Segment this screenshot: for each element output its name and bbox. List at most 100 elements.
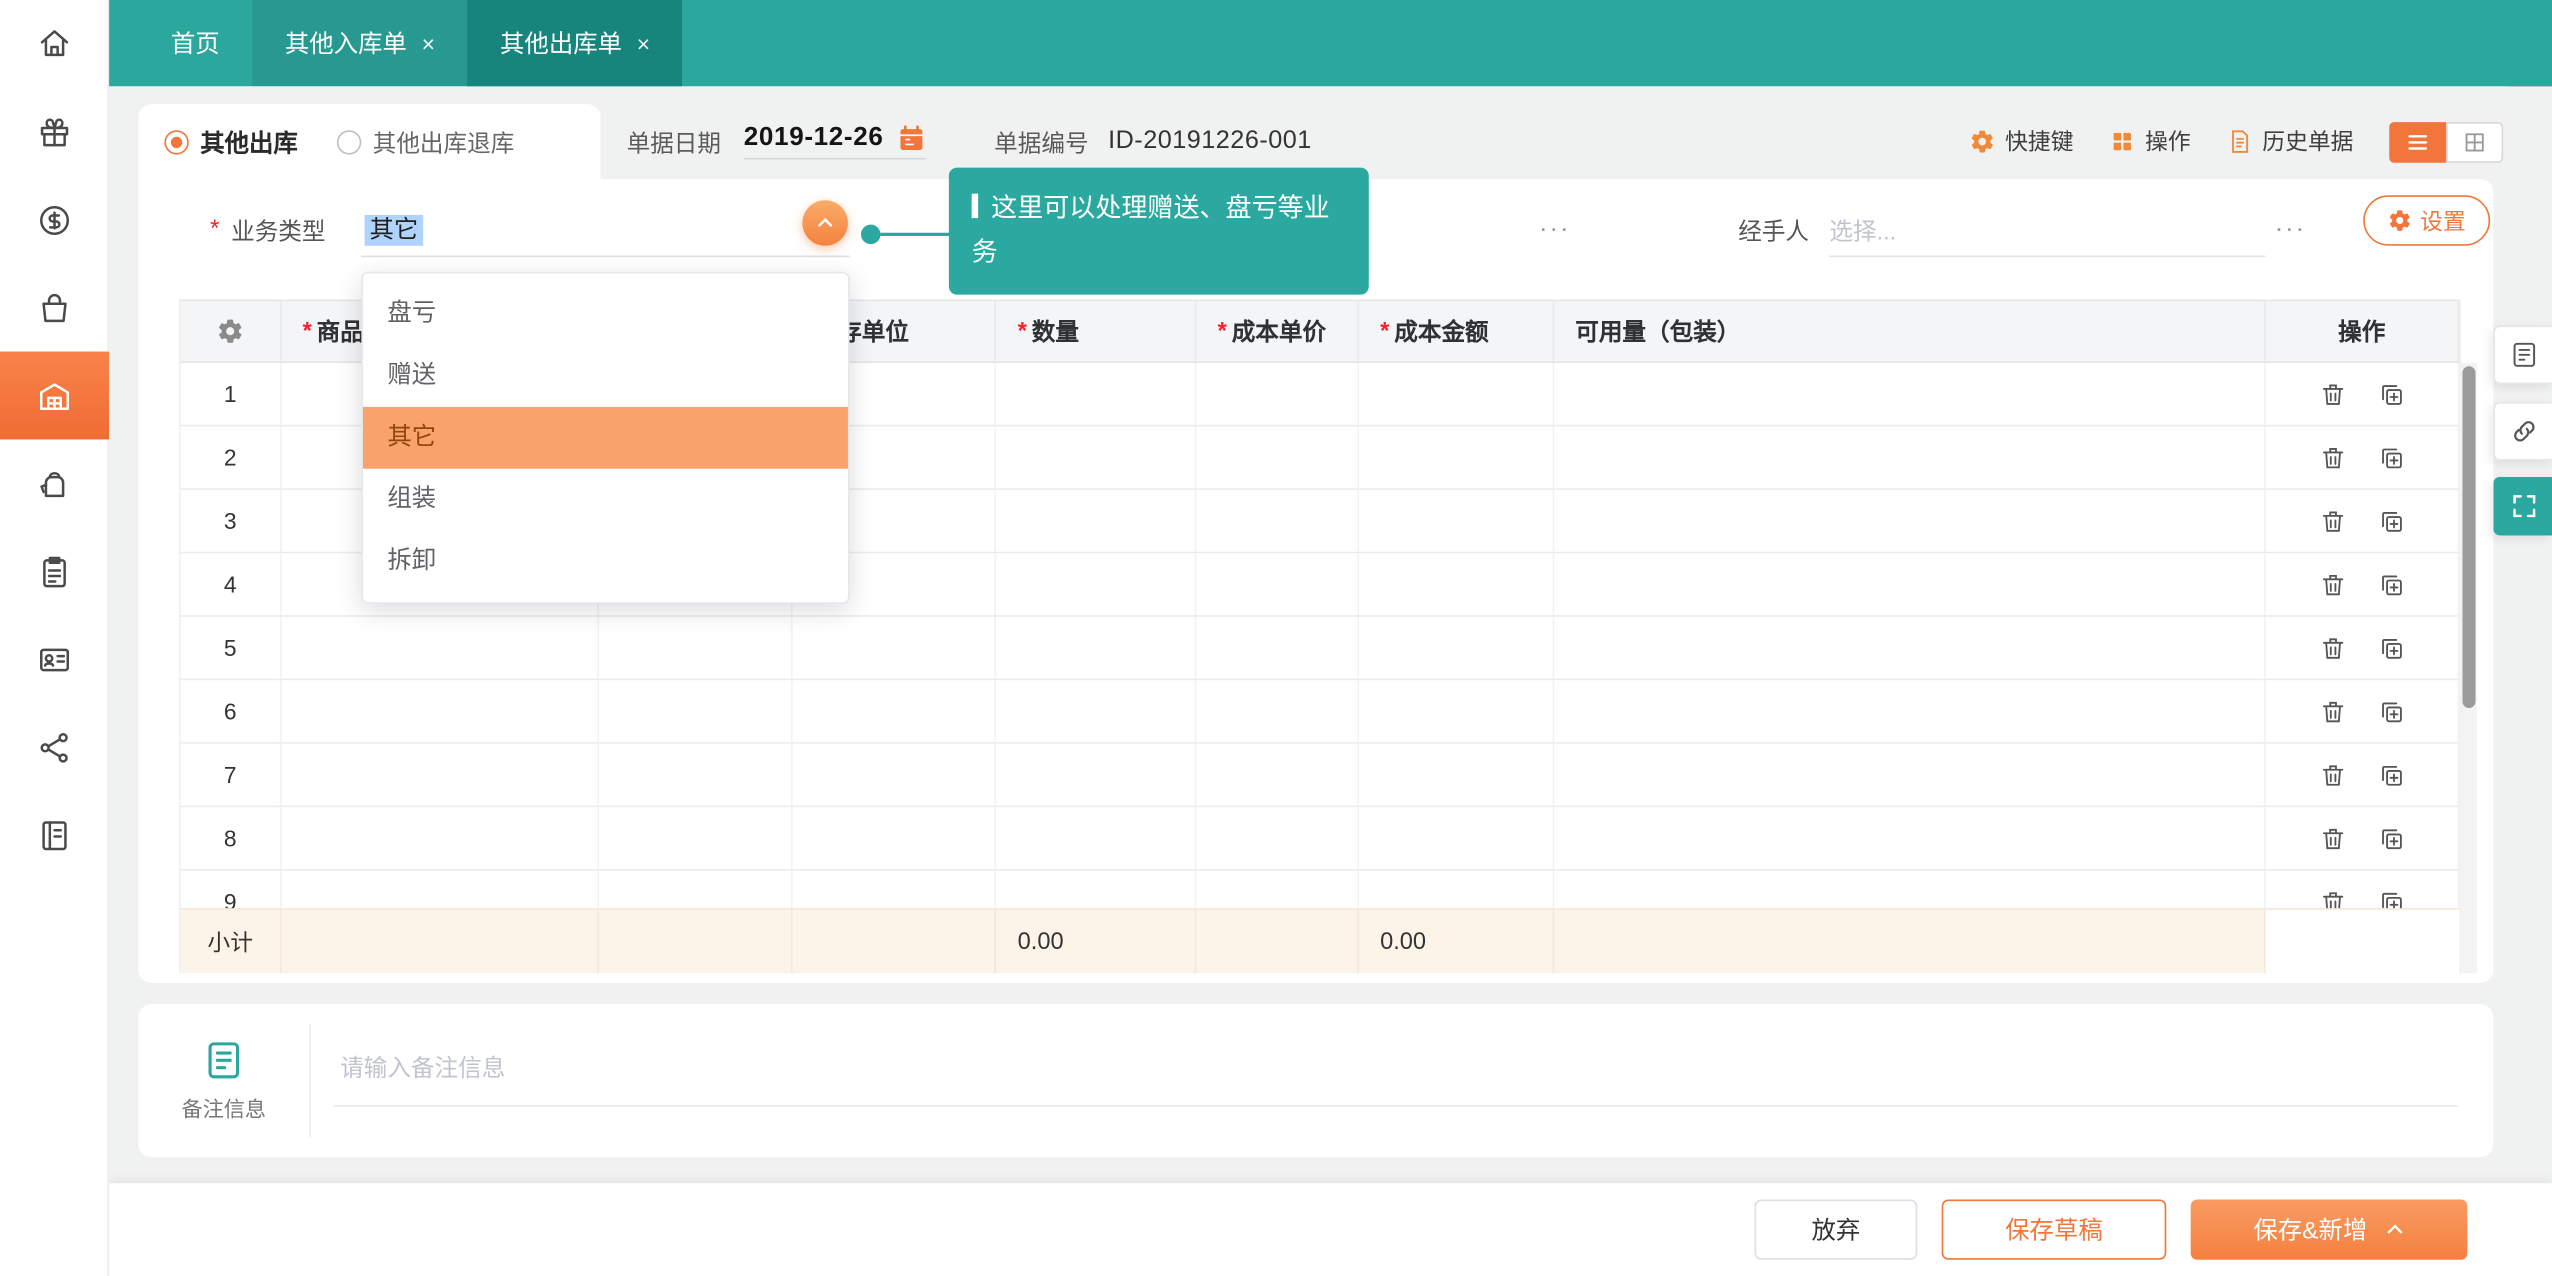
delete-row-button[interactable] [2319,570,2347,598]
table-cell[interactable] [281,870,599,909]
table-cell[interactable] [281,743,599,806]
table-cell[interactable] [997,807,1197,870]
list-view-toggle[interactable] [2389,121,2447,162]
dropdown-option[interactable]: 盘亏 [363,283,848,345]
collapse-dropdown-button[interactable] [802,200,848,246]
tab-close-icon[interactable]: × [637,30,650,56]
actions-button[interactable]: 操作 [2109,125,2191,158]
dropdown-option-selected[interactable]: 其它 [362,406,848,469]
table-cell[interactable] [997,743,1197,806]
duplicate-row-button[interactable] [2377,444,2405,472]
delete-row-button[interactable] [2319,507,2347,535]
business-type-input[interactable]: 其它 [364,212,424,246]
delete-row-button[interactable] [2319,697,2347,725]
table-cell[interactable] [1196,807,1360,870]
settings-button[interactable]: 设置 [2363,195,2491,246]
table-cell[interactable] [1196,489,1360,552]
table-cell[interactable] [598,743,794,806]
duplicate-row-button[interactable] [2377,570,2405,598]
link-tool-button[interactable] [2493,402,2552,461]
dropdown-option[interactable]: 组装 [363,469,848,531]
table-scrollbar[interactable] [2460,362,2478,974]
history-documents-button[interactable]: 历史单据 [2226,125,2353,158]
table-cell[interactable] [1359,807,1555,870]
cancel-button[interactable]: 放弃 [1754,1199,1918,1260]
table-cell[interactable] [281,616,599,679]
calendar-icon[interactable] [897,124,926,153]
table-cell[interactable] [793,807,997,870]
table-cell[interactable] [997,362,1197,425]
note-tool-button[interactable] [2493,325,2552,385]
table-cell[interactable] [1359,743,1555,806]
table-cell[interactable] [793,870,997,909]
table-cell[interactable] [997,616,1197,679]
table-cell[interactable] [1196,553,1360,616]
table-cell[interactable] [281,807,599,870]
table-cell[interactable] [1554,807,2266,870]
tab-other-inbound[interactable]: 其他入库单 × [252,0,468,87]
table-cell[interactable] [1359,616,1555,679]
table-cell[interactable] [1554,870,2266,909]
sidebar-item-share[interactable] [0,703,109,791]
table-cell[interactable] [1554,743,2266,806]
sidebar-item-production[interactable] [0,439,109,527]
table-cell[interactable] [1196,616,1360,679]
table-cell[interactable] [1554,553,2266,616]
sidebar-item-warehouse[interactable] [0,351,110,440]
dropdown-option[interactable]: 拆卸 [363,531,848,593]
table-cell[interactable] [1196,426,1360,489]
warehouse-field-ellipsis[interactable]: ... [1540,210,1571,239]
grid-view-toggle[interactable] [2446,121,2504,162]
duplicate-row-button[interactable] [2377,888,2405,909]
table-cell[interactable] [1554,362,2266,425]
delete-row-button[interactable] [2319,824,2347,852]
sidebar-item-purchase[interactable] [0,264,109,352]
duplicate-row-button[interactable] [2377,380,2405,408]
radio-other-outbound[interactable]: 其他出库 [164,125,298,159]
tab-home[interactable]: 首页 [138,0,252,86]
table-cell[interactable] [1196,362,1360,425]
table-cell[interactable] [1359,870,1555,909]
table-cell[interactable] [1554,489,2266,552]
duplicate-row-button[interactable] [2377,761,2405,789]
fullscreen-tool-button[interactable] [2493,476,2552,536]
table-cell[interactable] [1359,553,1555,616]
table-cell[interactable] [598,807,794,870]
remark-input[interactable] [336,1054,2437,1084]
table-cell[interactable] [793,680,997,743]
table-cell[interactable] [793,743,997,806]
table-cell[interactable] [1196,680,1360,743]
sidebar-item-reports[interactable] [0,791,109,879]
save-draft-button[interactable]: 保存草稿 [1941,1199,2167,1260]
table-cell[interactable] [1554,426,2266,489]
table-cell[interactable] [1359,680,1555,743]
table-cell[interactable] [281,680,599,743]
table-cell[interactable] [997,426,1197,489]
delete-row-button[interactable] [2319,761,2347,789]
table-cell[interactable] [1359,426,1555,489]
delete-row-button[interactable] [2319,634,2347,662]
delete-row-button[interactable] [2319,380,2347,408]
column-settings-button[interactable] [181,301,282,362]
radio-other-outbound-return[interactable]: 其他出库退库 [336,125,514,159]
table-cell[interactable] [598,616,794,679]
handler-select[interactable]: 选择... [1829,213,1896,247]
date-field[interactable]: 2019-12-26 [743,124,926,160]
duplicate-row-button[interactable] [2377,634,2405,662]
sidebar-item-home[interactable] [0,0,109,86]
sidebar-item-orders[interactable] [0,527,109,615]
save-and-new-button[interactable]: 保存&新增 [2190,1199,2468,1260]
duplicate-row-button[interactable] [2377,824,2405,852]
sidebar-item-finance[interactable] [0,176,109,264]
duplicate-row-button[interactable] [2377,507,2405,535]
sidebar-item-accounts[interactable] [0,615,109,703]
tab-close-icon[interactable]: × [422,30,435,56]
delete-row-button[interactable] [2319,444,2347,472]
shortcut-keys-button[interactable]: 快捷键 [1969,125,2074,158]
table-cell[interactable] [997,553,1197,616]
table-cell[interactable] [793,616,997,679]
scrollbar-thumb[interactable] [2462,366,2476,708]
table-cell[interactable] [997,870,1197,909]
table-cell[interactable] [1196,870,1360,909]
tab-other-outbound[interactable]: 其他出库单 × [467,0,683,87]
